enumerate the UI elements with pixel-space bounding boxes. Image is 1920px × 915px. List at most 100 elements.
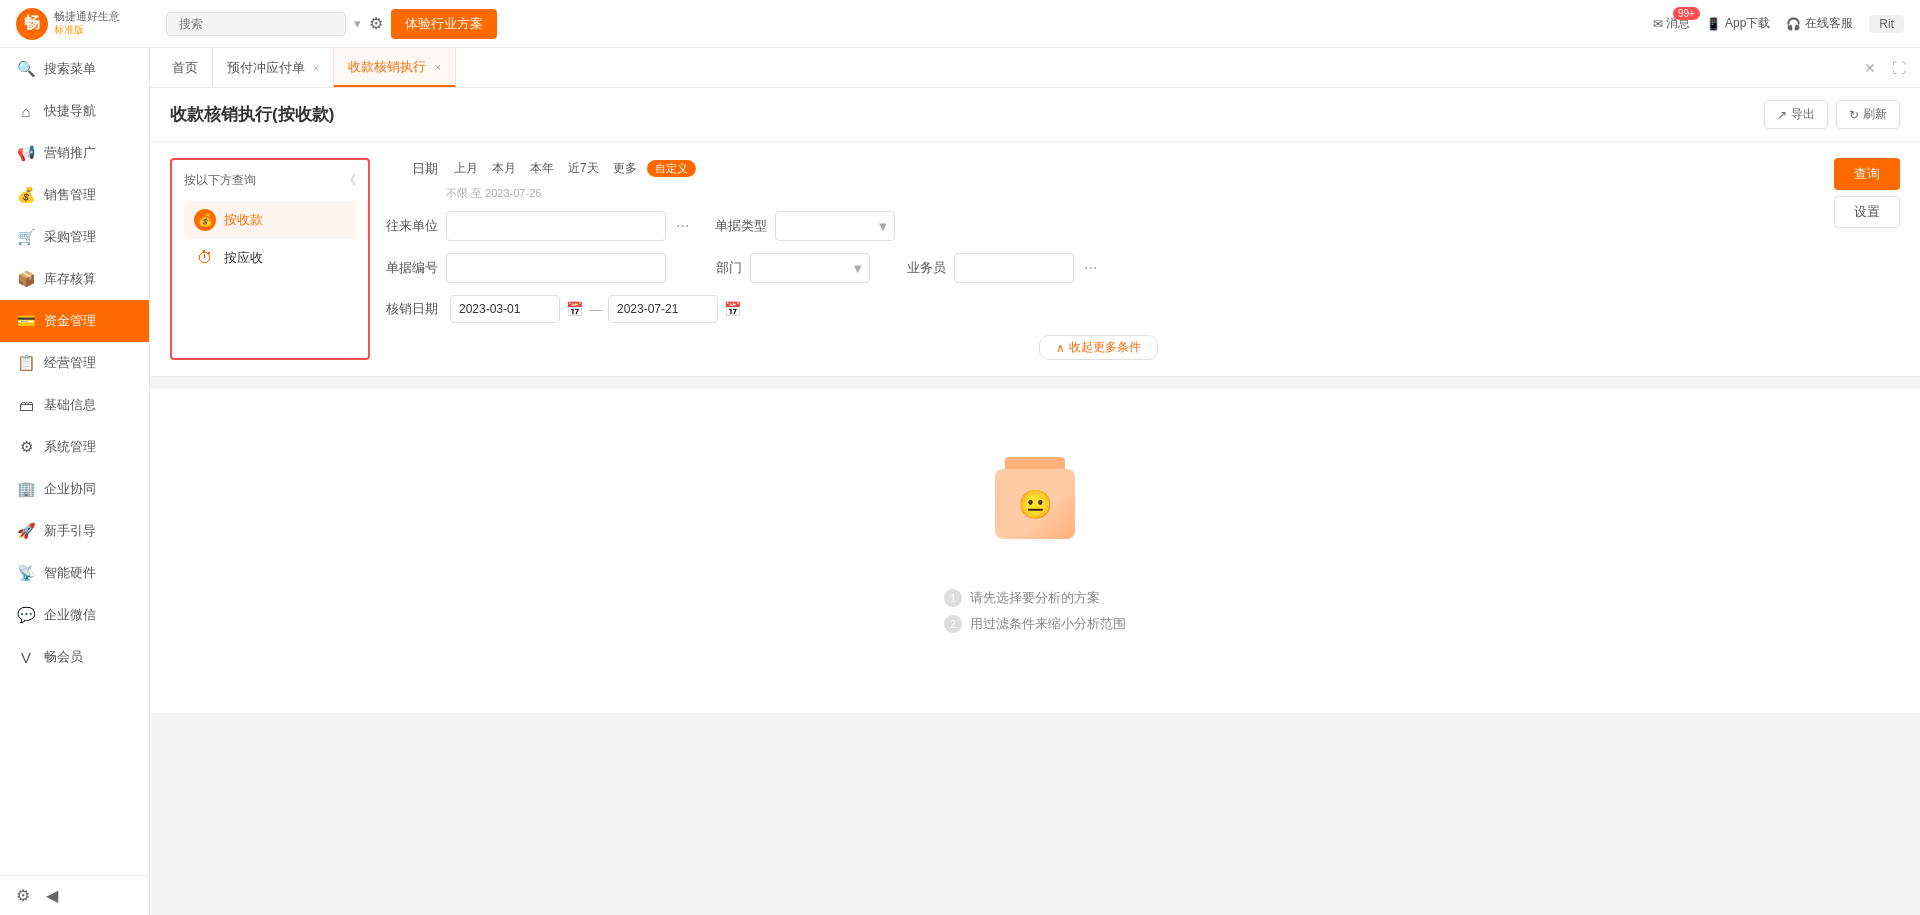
sidebar-item-search-menu[interactable]: 🔍 搜索菜单 (0, 48, 149, 90)
doc-no-field: 单据编号 (386, 253, 666, 283)
sidebar-settings-btn[interactable]: ⚙ (16, 886, 30, 905)
sidebar: 🔍 搜索菜单 ⌂ 快捷导航 📢 营销推广 💰 销售管理 🛒 采购管理 📦 库存核… (0, 48, 150, 915)
date-more[interactable]: 更多 (609, 158, 641, 179)
sidebar-label-sales: 销售管理 (44, 186, 96, 204)
empty-hint-2: 2 用过滤条件来缩小分析范围 (944, 615, 1126, 633)
settings-button[interactable]: 设置 (1834, 196, 1900, 228)
filter-row-docno-dept-staff: 单据编号 部门 ▼ (386, 253, 1810, 283)
writeoff-date-label: 核销日期 (386, 300, 438, 318)
logo-edition: 标准版 (54, 23, 120, 37)
sidebar-label-operations: 经营管理 (44, 354, 96, 372)
sidebar-item-capital[interactable]: 💳 资金管理 (0, 300, 149, 342)
empty-hint-1: 1 请先选择要分析的方案 (944, 589, 1126, 607)
date-last-7days[interactable]: 近7天 (564, 158, 603, 179)
quick-nav-icon: ⌂ (16, 103, 36, 120)
staff-input[interactable] (954, 253, 1074, 283)
sidebar-bottom: ⚙ ◀ (0, 875, 149, 915)
tab-prepay-order[interactable]: 预付冲应付单 × (213, 48, 334, 87)
industry-btn[interactable]: 体验行业方案 (391, 9, 497, 39)
sidebar-item-vip[interactable]: V 畅会员 (0, 636, 149, 678)
gear-button[interactable]: ⚙ (369, 14, 383, 33)
date-this-month[interactable]: 本月 (488, 158, 520, 179)
refresh-button[interactable]: ↻ 刷新 (1836, 100, 1900, 129)
tab-writeoff-label: 收款核销执行 (348, 58, 426, 76)
staff-field: 业务员 ··· (894, 253, 1099, 283)
sidebar-item-smart-hardware[interactable]: 📡 智能硬件 (0, 552, 149, 594)
tab-home[interactable]: 首页 (158, 48, 213, 87)
doc-type-field: 单据类型 ▼ (715, 211, 895, 241)
inventory-icon: 📦 (16, 270, 36, 288)
date-custom-tag[interactable]: 自定义 (647, 160, 696, 177)
sidebar-item-enterprise-wechat[interactable]: 💬 企业微信 (0, 594, 149, 636)
header-buttons: ↗ 导出 ↻ 刷新 (1764, 100, 1900, 129)
sidebar-item-operations[interactable]: 📋 经营管理 (0, 342, 149, 384)
tabs-right-controls: ✕ ⛶ (1858, 56, 1912, 80)
empty-hints: 1 请先选择要分析的方案 2 用过滤条件来缩小分析范围 (944, 589, 1126, 633)
sidebar-collapse-btn[interactable]: ◀ (46, 886, 58, 905)
writeoff-date-end[interactable] (608, 295, 718, 323)
user-avatar[interactable]: Rit (1869, 15, 1904, 33)
filter-option-by-receipt[interactable]: 💰 按收款 (184, 201, 356, 239)
message-icon: ✉ (1653, 17, 1663, 31)
dept-select[interactable] (750, 253, 870, 283)
basic-info-icon: 🗃 (16, 397, 36, 414)
search-input[interactable] (166, 12, 346, 36)
cal-end-icon[interactable]: 📅 (724, 301, 741, 317)
message-area[interactable]: ✉ 消息 99+ (1653, 15, 1690, 32)
empty-box: 😐 (995, 469, 1075, 539)
tab-close-all-btn[interactable]: ✕ (1858, 56, 1882, 80)
query-button[interactable]: 查询 (1834, 158, 1900, 190)
staff-dots-btn[interactable]: ··· (1082, 259, 1099, 277)
tab-home-label: 首页 (172, 59, 198, 77)
sidebar-item-sales[interactable]: 💰 销售管理 (0, 174, 149, 216)
vip-icon: V (16, 649, 36, 666)
doc-type-select-wrapper: ▼ (775, 211, 895, 241)
date-last-month[interactable]: 上月 (450, 158, 482, 179)
export-button[interactable]: ↗ 导出 (1764, 100, 1828, 129)
sidebar-item-purchase[interactable]: 🛒 采购管理 (0, 216, 149, 258)
unit-dots-btn[interactable]: ··· (674, 217, 691, 235)
doc-type-label: 单据类型 (715, 217, 767, 235)
dropdown-arrow[interactable]: ▾ (354, 16, 361, 31)
filter-row-date: 日期 上月 本月 本年 近7天 更多 自定义 (386, 158, 1810, 179)
tab-prepay-close[interactable]: × (313, 62, 319, 74)
staff-label: 业务员 (894, 259, 946, 277)
filter-row-writeoff-date: 核销日期 📅 — 📅 (386, 295, 1810, 323)
cal-start-icon[interactable]: 📅 (566, 301, 583, 317)
filter-collapse-btn[interactable]: 《 (344, 172, 356, 189)
sidebar-item-inventory[interactable]: 📦 库存核算 (0, 258, 149, 300)
sidebar-label-wechat: 企业微信 (44, 606, 96, 624)
collapse-more-label: 收起更多条件 (1069, 339, 1141, 356)
page-title: 收款核销执行(按收款) (170, 103, 334, 126)
top-bar-right: ✉ 消息 99+ 📱 App下载 🎧 在线客服 Rit (1653, 15, 1904, 33)
tab-expand-btn[interactable]: ⛶ (1886, 56, 1912, 80)
sidebar-item-quick-nav[interactable]: ⌂ 快捷导航 (0, 90, 149, 132)
sidebar-item-marketing[interactable]: 📢 营销推广 (0, 132, 149, 174)
top-bar: 畅 畅捷通好生意 标准版 ▾ ⚙ 体验行业方案 ✉ 消息 99+ 📱 App下载… (0, 0, 1920, 48)
date-this-year[interactable]: 本年 (526, 158, 558, 179)
online-service[interactable]: 🎧 在线客服 (1786, 15, 1853, 32)
writeoff-date-start[interactable] (450, 295, 560, 323)
doc-type-select[interactable] (775, 211, 895, 241)
sidebar-item-system[interactable]: ⚙ 系统管理 (0, 426, 149, 468)
filter-option-by-receivable[interactable]: ⏱ 按应收 (184, 239, 356, 277)
by-receivable-icon: ⏱ (194, 247, 216, 269)
sidebar-label-basic-info: 基础信息 (44, 396, 96, 414)
sidebar-label-enterprise-collab: 企业协同 (44, 480, 96, 498)
tab-writeoff-close[interactable]: × (434, 61, 440, 73)
app-download[interactable]: 📱 App下载 (1706, 15, 1770, 32)
headset-icon: 🎧 (1786, 17, 1801, 31)
sidebar-item-beginner[interactable]: 🚀 新手引导 (0, 510, 149, 552)
sidebar-label-purchase: 采购管理 (44, 228, 96, 246)
sidebar-item-basic-info[interactable]: 🗃 基础信息 (0, 384, 149, 426)
sidebar-item-enterprise-collab[interactable]: 🏢 企业协同 (0, 468, 149, 510)
date-unlimited-text: 不限 至 2023-07-26 (446, 187, 541, 199)
hint-num-1: 1 (944, 589, 962, 607)
sidebar-label-marketing: 营销推广 (44, 144, 96, 162)
tab-receipt-writeoff[interactable]: 收款核销执行 × (334, 48, 455, 87)
doc-no-label: 单据编号 (386, 259, 438, 277)
collapse-more-btn[interactable]: ∧ 收起更多条件 (1039, 335, 1158, 360)
doc-no-input[interactable] (446, 253, 666, 283)
unit-input[interactable] (446, 211, 666, 241)
by-receivable-label: 按应收 (224, 249, 263, 267)
